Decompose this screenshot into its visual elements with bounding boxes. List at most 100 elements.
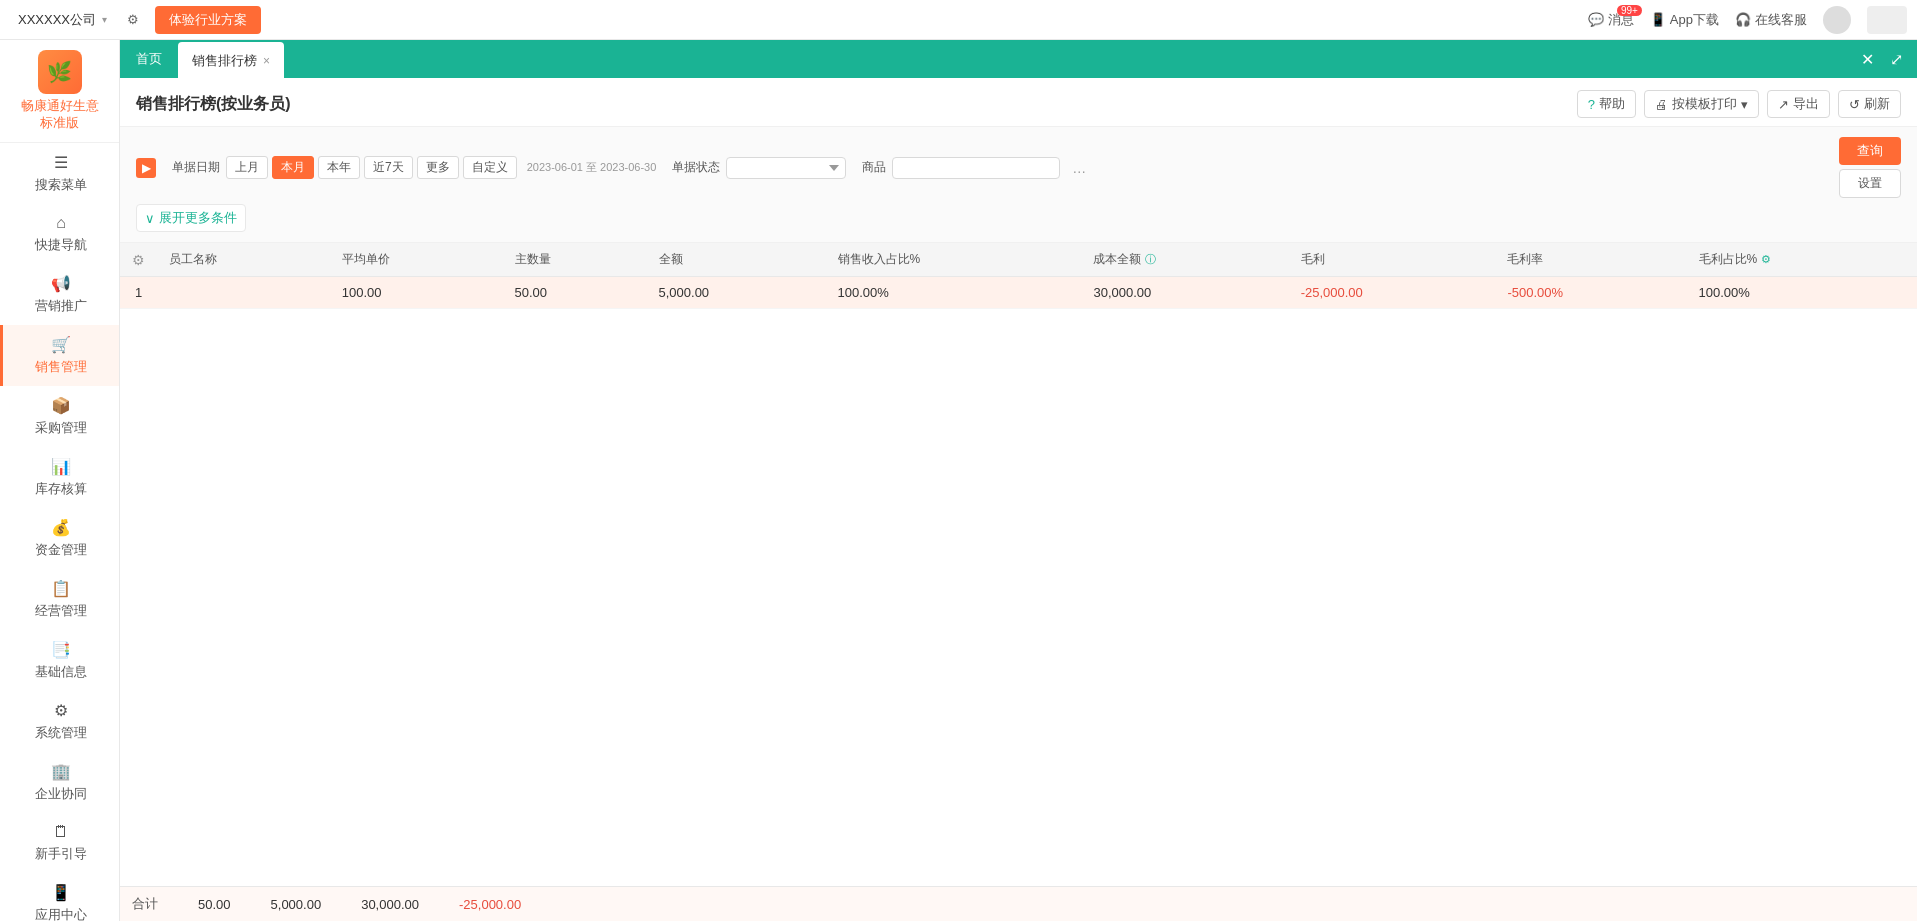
phone-icon: 📱 [1650,12,1666,27]
date-label: 单据日期 [172,159,220,176]
table-row: 1100.0050.005,000.00100.00%30,000.00-25,… [120,277,1917,309]
export-icon: ↗ [1778,97,1789,112]
content-area: 首页 销售排行榜 × ✕ ⤢ 销售排行榜(按业务员) ? 帮助 [120,40,1917,921]
col-avg-price: 平均单价 [330,243,503,277]
sidebar-item-app-center[interactable]: 📱 应用中心 [0,873,119,921]
avatar[interactable] [1823,6,1851,34]
base-info-icon: 📑 [51,640,71,659]
print-icon: 🖨 [1655,97,1668,112]
date-filter: 单据日期 上月 本月 本年 近7天 更多 自定义 2023-06-01 至 20… [172,156,656,179]
sidebar-item-marketing[interactable]: 📢 营销推广 [0,264,119,325]
settings-icon[interactable]: ⚙ [119,6,147,34]
sidebar-label-operations: 经营管理 [35,602,87,620]
status-select[interactable] [726,157,846,179]
sidebar-item-finance[interactable]: 💰 资金管理 [0,508,119,569]
help-button[interactable]: ? 帮助 [1577,90,1636,118]
tab-home[interactable]: 首页 [120,40,178,78]
tab-sales-ranking[interactable]: 销售排行榜 × [178,42,284,80]
sidebar-item-sales[interactable]: 🛒 销售管理 [0,325,119,386]
company-name: XXXXXX公司 [18,11,96,29]
column-settings-icon[interactable]: ⚙ [132,252,145,268]
table-header-row: ⚙ 员工名称 平均单价 主数量 全额 销售收入占比% 成本全额 ⓘ 毛利 毛利率 [120,243,1917,277]
sidebar-item-guide[interactable]: 🗒 新手引导 [0,813,119,873]
sidebar-item-enterprise[interactable]: 🏢 企业协同 [0,752,119,813]
sidebar-item-purchase[interactable]: 📦 采购管理 [0,386,119,447]
app-label: App下载 [1670,11,1719,29]
cell-rank: 1 [120,277,157,309]
page-actions: ? 帮助 🖨 按模板打印 ▾ ↗ 导出 ↺ 刷新 [1577,90,1901,118]
top-bar-right: 💬 消息 99+ 📱 App下载 🎧 在线客服 [1588,6,1907,34]
sidebar-item-operations[interactable]: 📋 经营管理 [0,569,119,630]
sidebar-label-guide: 新手引导 [35,845,87,863]
system-icon: ⚙ [54,701,68,720]
date-range-display: 2023-06-01 至 2023-06-30 [527,160,657,175]
operations-icon: 📋 [51,579,71,598]
sidebar-logo: 🌿 畅康通好生意 标准版 [0,40,119,143]
export-button[interactable]: ↗ 导出 [1767,90,1830,118]
expand-row-toggle[interactable]: ▶ [136,158,156,178]
expand-more-bar: ∨ 展开更多条件 [136,204,1901,232]
date-btn-more[interactable]: 更多 [417,156,459,179]
logo-text: 畅康通好生意 标准版 [21,98,99,132]
goods-input[interactable] [892,157,1060,179]
message-button[interactable]: 💬 消息 99+ [1588,11,1634,29]
search-menu-icon: ☰ [54,153,68,172]
sidebar-label-quick-nav: 快捷导航 [35,236,87,254]
sidebar-label-purchase: 采购管理 [35,419,87,437]
chevron-down-expand-icon: ∨ [145,211,155,226]
sidebar: 🌿 畅康通好生意 标准版 ☰ 搜索菜单 ⌂ 快捷导航 📢 营销推广 🛒 销售管理… [0,40,120,921]
sidebar-label-finance: 资金管理 [35,541,87,559]
finance-icon: 💰 [51,518,71,537]
sidebar-label-enterprise: 企业协同 [35,785,87,803]
page-title: 销售排行榜(按业务员) [136,94,291,115]
query-button[interactable]: 查询 [1839,137,1901,165]
cell-main-qty: 50.00 [503,277,647,309]
refresh-button[interactable]: ↺ 刷新 [1838,90,1901,118]
user-name-placeholder [1867,6,1907,34]
date-btn-last-month[interactable]: 上月 [226,156,268,179]
sidebar-label-search: 搜索菜单 [35,176,87,194]
col-sales-pct: 销售收入占比% [826,243,1082,277]
footer-gross: -25,000.00 [459,897,521,912]
expand-more-button[interactable]: ∨ 展开更多条件 [136,204,246,232]
sidebar-label-sales: 销售管理 [35,358,87,376]
goods-more-icon[interactable]: … [1066,158,1092,178]
sidebar-item-search[interactable]: ☰ 搜索菜单 [0,143,119,204]
print-button[interactable]: 🖨 按模板打印 ▾ [1644,90,1759,118]
tab-bar: 首页 销售排行榜 × ✕ ⤢ [120,40,1917,78]
date-btn-7days[interactable]: 近7天 [364,156,413,179]
window-close-icon[interactable]: ✕ [1857,46,1878,73]
date-btn-custom[interactable]: 自定义 [463,156,517,179]
sidebar-item-inventory[interactable]: 📊 库存核算 [0,447,119,508]
sidebar-label-base-info: 基础信息 [35,663,87,681]
trial-button[interactable]: 体验行业方案 [155,6,261,34]
chevron-down-icon: ▾ [102,14,107,25]
window-maximize-icon[interactable]: ⤢ [1886,46,1907,73]
cell-cost: 30,000.00 [1081,277,1288,309]
goods-filter: 商品 … [862,157,1092,179]
filter-row-1: ▶ 单据日期 上月 本月 本年 近7天 更多 自定义 2023-06-01 至 … [136,137,1901,198]
cell-gross-rate: -500.00% [1495,277,1686,309]
filter-settings-button[interactable]: 设置 [1839,169,1901,198]
cell-gross: -25,000.00 [1289,277,1496,309]
print-chevron-icon: ▾ [1741,97,1748,112]
col-settings[interactable]: ⚙ [120,243,157,277]
sidebar-item-quick-nav[interactable]: ⌂ 快捷导航 [0,204,119,264]
online-service-button[interactable]: 🎧 在线客服 [1735,11,1807,29]
date-btn-this-month[interactable]: 本月 [272,156,314,179]
headset-icon: 🎧 [1735,12,1751,27]
status-label: 单据状态 [672,159,720,176]
data-table: ⚙ 员工名称 平均单价 主数量 全额 销售收入占比% 成本全额 ⓘ 毛利 毛利率 [120,243,1917,309]
sidebar-item-system[interactable]: ⚙ 系统管理 [0,691,119,752]
tab-close-icon[interactable]: × [263,54,270,68]
tab-bar-right: ✕ ⤢ [1857,46,1917,73]
date-btn-this-year[interactable]: 本年 [318,156,360,179]
page-header: 销售排行榜(按业务员) ? 帮助 🖨 按模板打印 ▾ ↗ 导出 [120,78,1917,127]
guide-icon: 🗒 [53,823,69,841]
sidebar-item-base-info[interactable]: 📑 基础信息 [0,630,119,691]
footer-main-qty: 50.00 [198,897,231,912]
company-selector[interactable]: XXXXXX公司 ▾ [10,7,115,33]
logo-image: 🌿 [38,50,82,94]
footer-amount: 5,000.00 [271,897,322,912]
app-download-button[interactable]: 📱 App下载 [1650,11,1719,29]
